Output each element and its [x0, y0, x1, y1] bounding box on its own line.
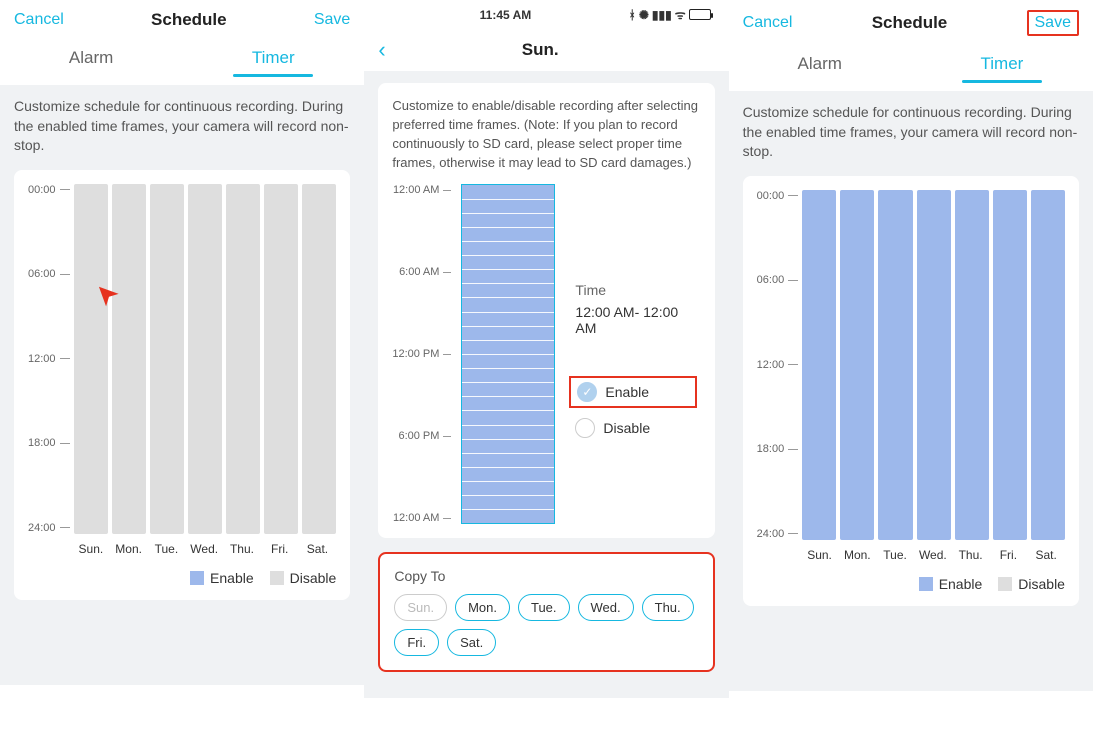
day-title: Sun.: [406, 40, 715, 60]
y-axis: 00:00 06:00 12:00 18:00 24:00: [757, 190, 803, 540]
tab-alarm[interactable]: Alarm: [0, 38, 182, 85]
day-bar-fri[interactable]: [264, 184, 298, 534]
enable-option[interactable]: ✓ Enable: [569, 376, 696, 408]
status-bar: 11:45 AM ᚼ ✺ ▮▮▮ ᯤ: [364, 0, 728, 29]
day-bar-wed[interactable]: [917, 190, 951, 540]
signal-icon: ▮▮▮: [652, 8, 672, 22]
copy-chip-sat[interactable]: Sat.: [447, 629, 496, 656]
day-schedule-card: Customize to enable/disable recording af…: [378, 83, 714, 538]
tabs: Alarm Timer: [0, 38, 364, 85]
nav-row: ‹ Sun.: [364, 29, 728, 71]
status-icons: ᚼ ✺ ▮▮▮ ᯤ: [629, 6, 711, 23]
header: Cancel Schedule Save: [729, 0, 1093, 44]
schedule-screen-enabled: Cancel Schedule Save Alarm Timer Customi…: [729, 0, 1093, 750]
time-slot-column[interactable]: [461, 184, 555, 524]
copy-chip-mon[interactable]: Mon.: [455, 594, 510, 621]
day-bar-tue[interactable]: [878, 190, 912, 540]
legend-disable: Disable: [998, 576, 1065, 592]
legend: Enable Disable: [757, 576, 1065, 592]
disable-option[interactable]: Disable: [575, 418, 690, 438]
tabs: Alarm Timer: [729, 44, 1093, 91]
content-area: Customize to enable/disable recording af…: [364, 71, 728, 698]
description-text: Customize schedule for continuous record…: [743, 103, 1079, 162]
day-bar-mon[interactable]: [112, 184, 146, 534]
copy-chip-wed[interactable]: Wed.: [578, 594, 634, 621]
bars-container: [74, 184, 337, 534]
day-bar-sun[interactable]: [802, 190, 836, 540]
save-button[interactable]: Save: [1027, 10, 1079, 36]
day-bar-thu[interactable]: [955, 190, 989, 540]
cancel-button[interactable]: Cancel: [743, 14, 793, 32]
page-title: Schedule: [151, 10, 227, 30]
tab-timer[interactable]: Timer: [911, 44, 1093, 91]
page-title: Schedule: [872, 13, 948, 33]
copy-to-card: Copy To Sun. Mon. Tue. Wed. Thu. Fri. Sa…: [378, 552, 714, 672]
wifi-icon: ᯤ: [675, 6, 686, 23]
copy-chip-fri[interactable]: Fri.: [394, 629, 439, 656]
time-label: Time: [575, 282, 690, 298]
x-axis: Sun. Mon. Tue. Wed. Thu. Fri. Sat.: [801, 548, 1065, 562]
week-chart-card: 00:00 06:00 12:00 18:00 24:00 Sun.: [14, 170, 350, 600]
battery-icon: [689, 9, 711, 20]
legend-disable: Disable: [270, 570, 337, 586]
bluetooth-icon: ᚼ: [629, 8, 636, 22]
day-detail-screen: 11:45 AM ᚼ ✺ ▮▮▮ ᯤ ‹ Sun. Customize to e…: [364, 0, 728, 750]
copy-chip-tue[interactable]: Tue.: [518, 594, 570, 621]
description-text: Customize schedule for continuous record…: [14, 97, 350, 156]
content-area: Customize schedule for continuous record…: [729, 91, 1093, 691]
legend: Enable Disable: [28, 570, 336, 586]
tab-alarm[interactable]: Alarm: [729, 44, 911, 91]
back-button[interactable]: ‹: [378, 37, 405, 63]
day-bar-fri[interactable]: [993, 190, 1027, 540]
time-value: 12:00 AM- 12:00 AM: [575, 304, 690, 336]
bars-container: [802, 190, 1065, 540]
legend-enable: Enable: [190, 570, 254, 586]
week-chart-card: 00:00 06:00 12:00 18:00 24:00 Sun.: [743, 176, 1079, 606]
dnd-icon: ✺: [639, 8, 649, 22]
copy-days-list: Sun. Mon. Tue. Wed. Thu. Fri. Sat.: [394, 594, 698, 656]
time-range-panel: Time 12:00 AM- 12:00 AM ✓ Enable Disable: [565, 190, 700, 524]
status-time: 11:45 AM: [480, 8, 532, 22]
day-bar-sat[interactable]: [1031, 190, 1065, 540]
description-text: Customize to enable/disable recording af…: [392, 97, 700, 172]
day-bar-mon[interactable]: [840, 190, 874, 540]
day-bar-sat[interactable]: [302, 184, 336, 534]
x-axis: Sun. Mon. Tue. Wed. Thu. Fri. Sat.: [72, 542, 336, 556]
radio-checked-icon: ✓: [577, 382, 597, 402]
copy-to-label: Copy To: [394, 568, 698, 584]
y-axis: 00:00 06:00 12:00 18:00 24:00: [28, 184, 74, 534]
day-bar-sun[interactable]: [74, 184, 108, 534]
legend-enable: Enable: [919, 576, 983, 592]
radio-unchecked-icon: [575, 418, 595, 438]
copy-chip-thu[interactable]: Thu.: [642, 594, 694, 621]
cancel-button[interactable]: Cancel: [14, 11, 64, 29]
save-button[interactable]: Save: [314, 11, 350, 29]
tab-timer[interactable]: Timer: [182, 38, 364, 85]
day-bar-wed[interactable]: [188, 184, 222, 534]
day-bar-thu[interactable]: [226, 184, 260, 534]
copy-chip-sun: Sun.: [394, 594, 447, 621]
content-area: Customize schedule for continuous record…: [0, 85, 364, 685]
header: Cancel Schedule Save: [0, 0, 364, 38]
y-axis: 12:00 AM 6:00 AM 12:00 PM 6:00 PM 12:00 …: [392, 184, 451, 524]
schedule-screen-disabled: Cancel Schedule Save Alarm Timer Customi…: [0, 0, 364, 750]
day-bar-tue[interactable]: [150, 184, 184, 534]
